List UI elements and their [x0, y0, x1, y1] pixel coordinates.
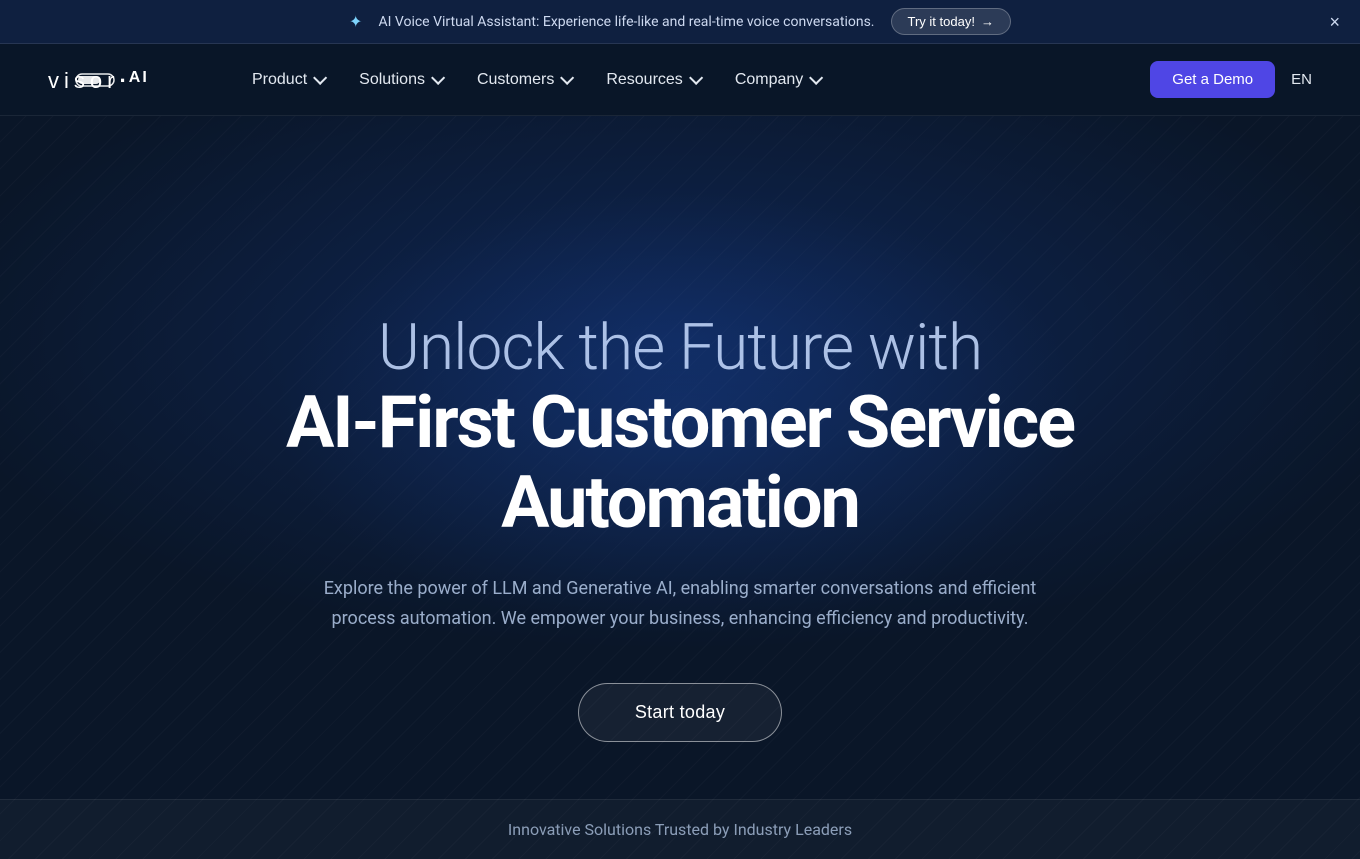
- nav-solutions-label: Solutions: [359, 71, 425, 89]
- get-demo-button[interactable]: Get a Demo: [1150, 61, 1275, 98]
- nav-company[interactable]: Company: [719, 63, 835, 97]
- chevron-down-icon: [809, 70, 823, 84]
- announcement-banner: ✦ AI Voice Virtual Assistant: Experience…: [0, 0, 1360, 44]
- banner-cta-arrow: →: [981, 14, 994, 29]
- logo[interactable]: visor·AI: [48, 64, 188, 96]
- nav-customers-label: Customers: [477, 71, 554, 89]
- nav-customers[interactable]: Customers: [461, 63, 586, 97]
- nav-product[interactable]: Product: [236, 63, 339, 97]
- hero-headline-light: Unlock the Future with: [262, 313, 1098, 383]
- logo-svg: visor·AI: [48, 64, 188, 96]
- nav-links: Product Solutions Customers Resources Co…: [236, 63, 1150, 97]
- hero-section: Unlock the Future with AI-First Customer…: [0, 116, 1360, 859]
- nav-product-label: Product: [252, 71, 307, 89]
- sparkle-icon: ✦: [349, 12, 362, 31]
- hero-subtitle: Explore the power of LLM and Generative …: [320, 574, 1040, 635]
- nav-resources[interactable]: Resources: [590, 63, 714, 97]
- chevron-down-icon: [313, 70, 327, 84]
- hero-headline-bold: AI-First Customer Service Automation: [262, 383, 1098, 541]
- start-today-button[interactable]: Start today: [578, 683, 782, 742]
- nav-right: Get a Demo EN: [1150, 61, 1312, 98]
- language-selector[interactable]: EN: [1291, 71, 1312, 88]
- banner-cta-button[interactable]: Try it today! →: [891, 8, 1011, 35]
- banner-text: AI Voice Virtual Assistant: Experience l…: [378, 14, 874, 30]
- hero-content: Unlock the Future with AI-First Customer…: [230, 233, 1130, 742]
- banner-close-button[interactable]: ×: [1329, 13, 1340, 31]
- chevron-down-icon: [689, 70, 703, 84]
- nav-solutions[interactable]: Solutions: [343, 63, 457, 97]
- chevron-down-icon: [431, 70, 445, 84]
- main-nav: visor·AI Product Solutions Customers Res…: [0, 44, 1360, 116]
- chevron-down-icon: [560, 70, 574, 84]
- nav-resources-label: Resources: [606, 71, 682, 89]
- nav-company-label: Company: [735, 71, 803, 89]
- bottom-tagline: Innovative Solutions Trusted by Industry…: [0, 799, 1360, 859]
- bottom-tagline-text: Innovative Solutions Trusted by Industry…: [508, 820, 852, 839]
- banner-cta-label: Try it today!: [908, 14, 975, 29]
